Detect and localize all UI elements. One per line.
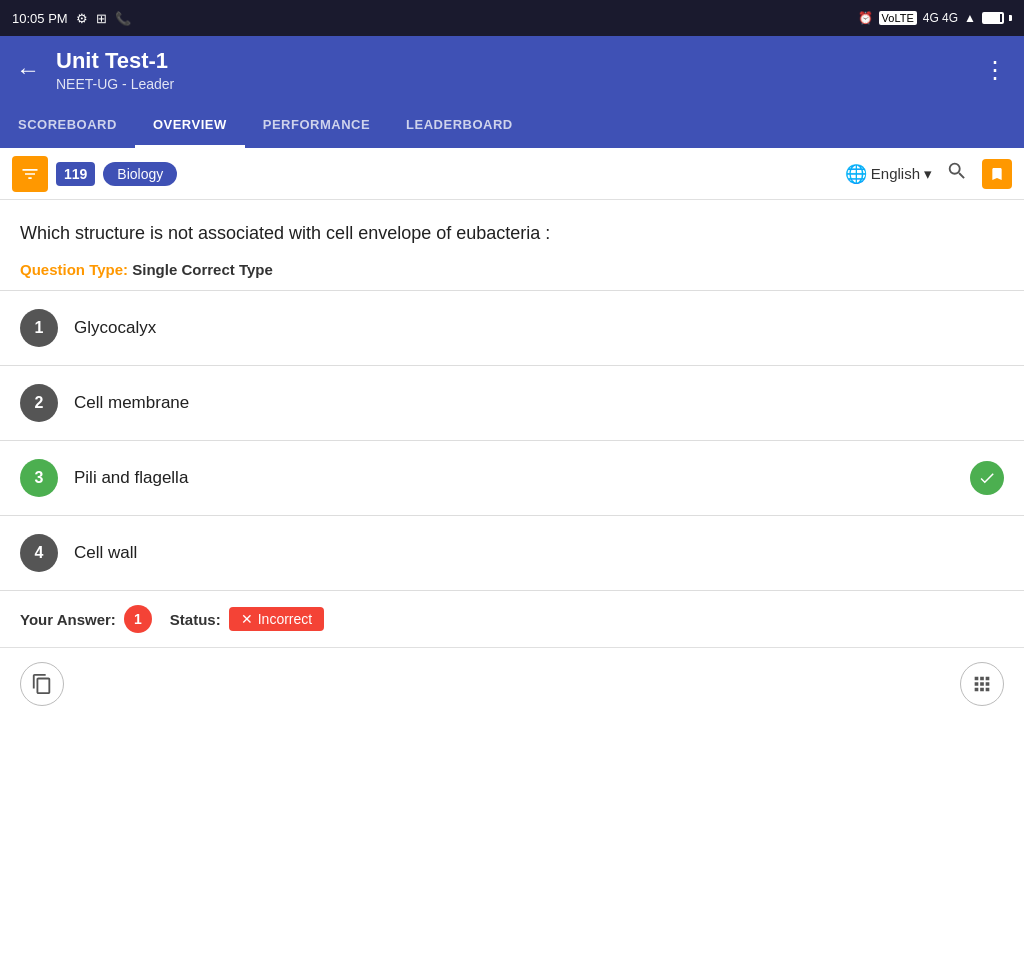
status-icon: ✕	[241, 611, 253, 627]
question-type-label: Question Type:	[20, 261, 128, 278]
copy-button[interactable]	[20, 662, 64, 706]
grid-icon: ⊞	[96, 11, 107, 26]
search-button[interactable]	[946, 160, 968, 187]
option-text-1: Glycocalyx	[74, 318, 1004, 338]
option-circle-3: 3	[20, 459, 58, 497]
volte-label: VoLTE	[879, 11, 917, 25]
alarm-icon: ⏰	[858, 11, 873, 25]
option-text-3: Pili and flagella	[74, 468, 970, 488]
option-4[interactable]: 4 Cell wall	[0, 515, 1024, 590]
tab-scoreboard[interactable]: SCOREBOARD	[0, 104, 135, 148]
signal-icon: ⚙	[76, 11, 88, 26]
tab-bar: SCOREBOARD OVERVIEW PERFORMANCE LEADERBO…	[0, 104, 1024, 148]
question-number-badge: 119	[56, 162, 95, 186]
your-answer-value: 1	[124, 605, 152, 633]
option-text-4: Cell wall	[74, 543, 1004, 563]
language-label: English	[871, 165, 920, 182]
question-type-value: Single Correct Type	[132, 261, 273, 278]
question-text: Which structure is not associated with c…	[20, 220, 1004, 247]
question-type: Question Type: Single Correct Type	[20, 261, 1004, 278]
subject-badge: Biology	[103, 162, 177, 186]
more-options-button[interactable]: ⋮	[983, 56, 1008, 84]
option-1[interactable]: 1 Glycocalyx	[0, 290, 1024, 365]
filter-button[interactable]	[12, 156, 48, 192]
option-circle-4: 4	[20, 534, 58, 572]
language-icon: 🌐	[845, 163, 867, 185]
question-area: Which structure is not associated with c…	[0, 200, 1024, 290]
bookmark-icon	[989, 166, 1005, 182]
question-toolbar: 119 Biology 🌐 English ▾	[0, 148, 1024, 200]
phone-icon: 📞	[115, 11, 131, 26]
option-circle-2: 2	[20, 384, 58, 422]
copy-icon	[31, 673, 53, 695]
tab-performance[interactable]: PERFORMANCE	[245, 104, 388, 148]
page-subtitle: NEET-UG - Leader	[56, 76, 983, 92]
status-label: Status:	[170, 611, 221, 628]
header-title-block: Unit Test-1 NEET-UG - Leader	[56, 48, 983, 92]
bookmark-button[interactable]	[982, 159, 1012, 189]
time-display: 10:05 PM	[12, 11, 68, 26]
language-dropdown-icon: ▾	[924, 165, 932, 183]
tab-leaderboard[interactable]: LEADERBOARD	[388, 104, 531, 148]
signal-bars-icon: ▲	[964, 11, 976, 25]
answer-bar: Your Answer: 1 Status: ✕ Incorrect	[0, 590, 1024, 647]
option-circle-1: 1	[20, 309, 58, 347]
bottom-bar	[0, 647, 1024, 720]
search-icon	[946, 160, 968, 182]
language-selector[interactable]: 🌐 English ▾	[845, 163, 932, 185]
network-label: 4G 4G	[923, 11, 958, 25]
options-list: 1 Glycocalyx 2 Cell membrane 3 Pili and …	[0, 290, 1024, 590]
battery-icon	[982, 12, 1004, 24]
filter-icon	[20, 164, 40, 184]
status-value: Incorrect	[258, 611, 312, 627]
tab-overview[interactable]: OVERVIEW	[135, 104, 245, 148]
option-3[interactable]: 3 Pili and flagella	[0, 440, 1024, 515]
status-bar: 10:05 PM ⚙ ⊞ 📞 ⏰ VoLTE 4G 4G ▲	[0, 0, 1024, 36]
correct-icon	[970, 461, 1004, 495]
toolbar-right: 🌐 English ▾	[845, 159, 1012, 189]
app-header: ← Unit Test-1 NEET-UG - Leader ⋮	[0, 36, 1024, 104]
grid-button[interactable]	[960, 662, 1004, 706]
your-answer-label: Your Answer:	[20, 611, 116, 628]
back-button[interactable]: ←	[16, 56, 40, 84]
grid-icon	[971, 673, 993, 695]
page-title: Unit Test-1	[56, 48, 983, 74]
option-text-2: Cell membrane	[74, 393, 1004, 413]
option-2[interactable]: 2 Cell membrane	[0, 365, 1024, 440]
status-badge: ✕ Incorrect	[229, 607, 324, 631]
